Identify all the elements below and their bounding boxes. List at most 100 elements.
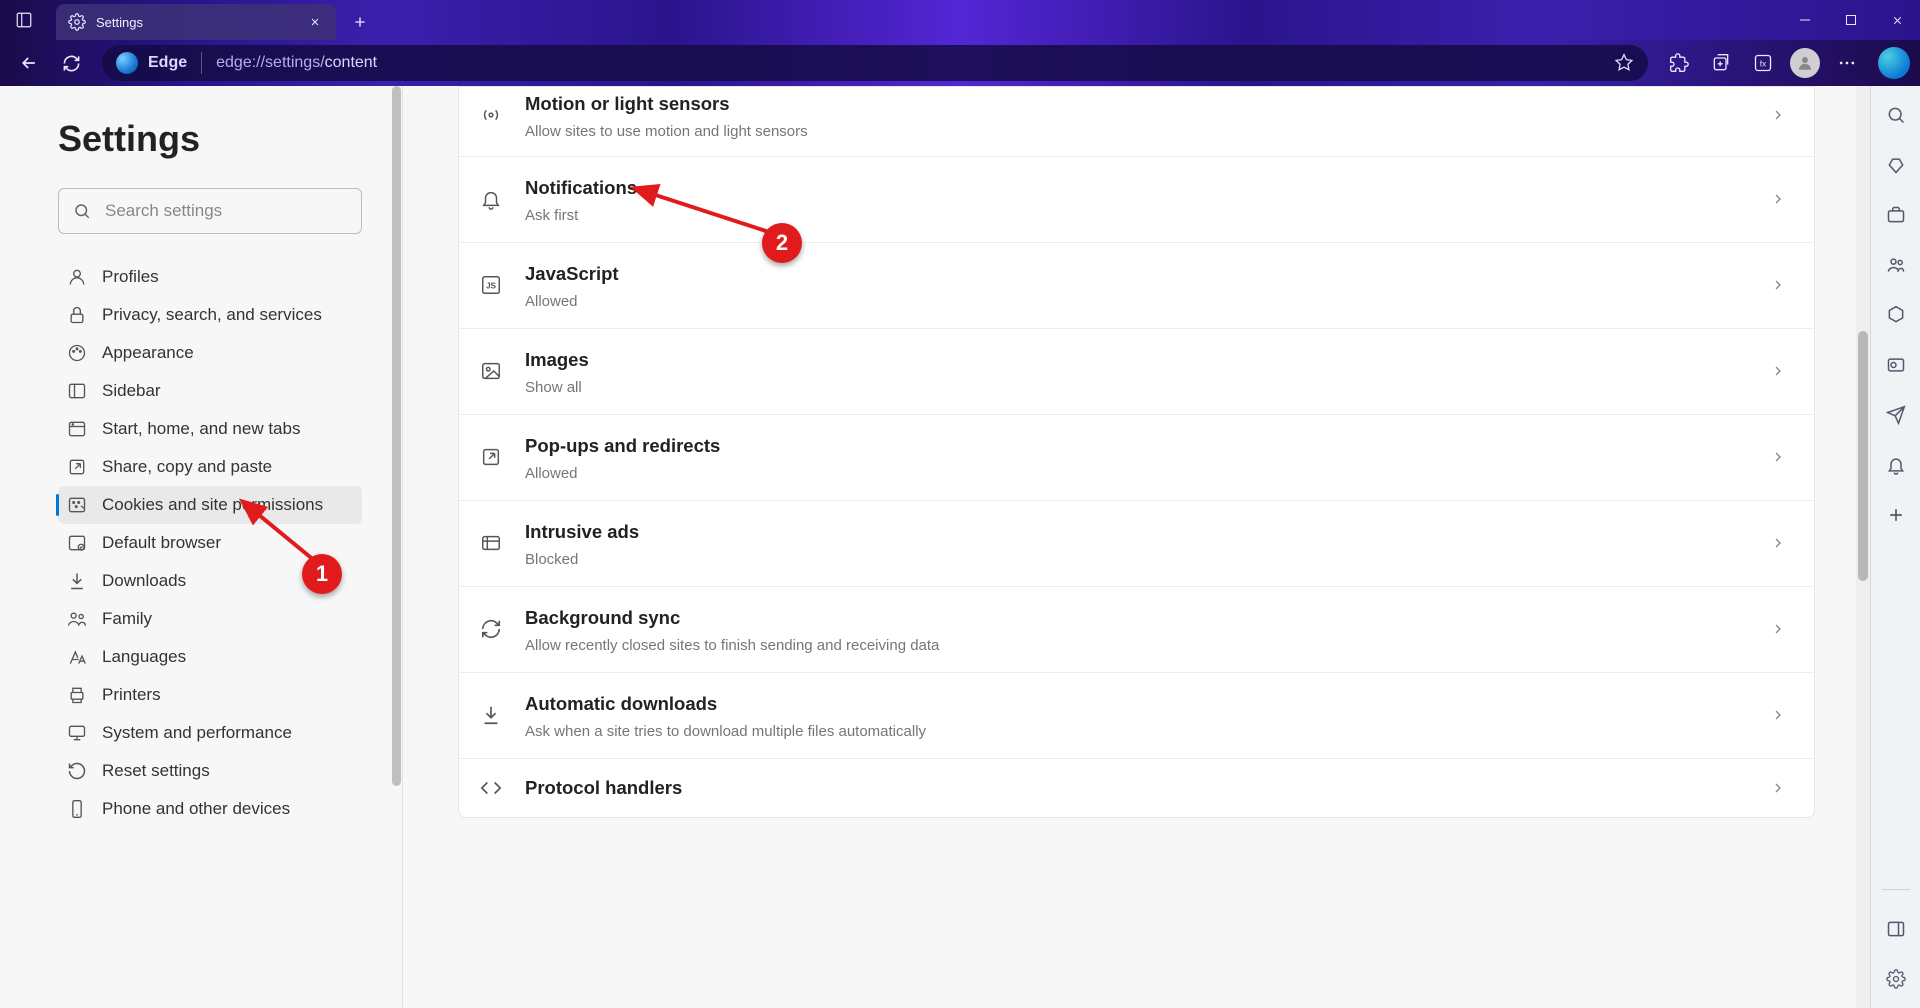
browser-toolbar: Edge edge://settings/content fx xyxy=(0,40,1920,86)
nav-item-label: Start, home, and new tabs xyxy=(102,419,300,439)
nav-item-home[interactable]: Start, home, and new tabs xyxy=(58,410,362,448)
close-window-button[interactable] xyxy=(1874,0,1920,40)
avatar-icon xyxy=(1790,48,1820,78)
svg-text:JS: JS xyxy=(486,282,497,291)
sync-icon xyxy=(479,617,503,641)
permission-sub: Allowed xyxy=(525,293,1770,310)
permission-row-popup[interactable]: Pop-ups and redirectsAllowed xyxy=(459,415,1814,501)
chevron-right-icon xyxy=(1770,780,1786,796)
nav-item-phone[interactable]: Phone and other devices xyxy=(58,790,362,828)
bing-button[interactable] xyxy=(1878,47,1910,79)
permission-row-sensor[interactable]: Motion or light sensorsAllow sites to us… xyxy=(459,87,1814,157)
chevron-right-icon xyxy=(1770,449,1786,465)
settings-nav: Settings ProfilesPrivacy, search, and se… xyxy=(0,86,402,1008)
edge-sidebar xyxy=(1870,86,1920,1008)
content-scrollbar[interactable] xyxy=(1856,86,1870,1008)
address-bar[interactable]: Edge edge://settings/content xyxy=(102,45,1648,81)
nav-item-palette[interactable]: Appearance xyxy=(58,334,362,372)
nav-item-languages[interactable]: Languages xyxy=(58,638,362,676)
nav-item-label: System and performance xyxy=(102,723,292,743)
permission-row-image[interactable]: Images Show all xyxy=(459,329,1814,415)
profile-button[interactable] xyxy=(1786,44,1824,82)
maximize-button[interactable] xyxy=(1828,0,1874,40)
permission-row-sync[interactable]: Background syncAllow recently closed sit… xyxy=(459,587,1814,673)
sidebar-add-icon[interactable] xyxy=(1885,504,1907,526)
printer-icon xyxy=(66,684,88,706)
chevron-right-icon xyxy=(1770,707,1786,723)
browser-icon xyxy=(66,532,88,554)
bell-icon xyxy=(479,187,503,211)
settings-search[interactable] xyxy=(58,188,362,234)
nav-item-lock[interactable]: Privacy, search, and services xyxy=(58,296,362,334)
annotation-marker-2: 2 xyxy=(762,223,802,263)
permission-sub: Show all xyxy=(525,379,1770,396)
permission-row-protocol[interactable]: Protocol handlers xyxy=(459,759,1814,817)
protocol-icon xyxy=(479,776,503,800)
permission-sub: Allow sites to use motion and light sens… xyxy=(525,123,1770,140)
sidebar-settings-icon[interactable] xyxy=(1885,968,1907,990)
chevron-right-icon xyxy=(1770,363,1786,379)
fx-button[interactable]: fx xyxy=(1744,44,1782,82)
nav-item-sidebar[interactable]: Sidebar xyxy=(58,372,362,410)
popup-icon xyxy=(479,445,503,469)
nav-item-reset[interactable]: Reset settings xyxy=(58,752,362,790)
sidebar-bell-icon[interactable] xyxy=(1885,454,1907,476)
browser-tab[interactable]: Settings xyxy=(56,4,336,40)
permission-row-ads[interactable]: Intrusive ads Blocked xyxy=(459,501,1814,587)
title-bar: Settings xyxy=(0,0,1920,40)
gear-icon xyxy=(68,13,86,31)
reset-icon xyxy=(66,760,88,782)
nav-item-person[interactable]: Profiles xyxy=(58,258,362,296)
permission-title: Images xyxy=(525,347,1770,373)
search-input[interactable] xyxy=(105,201,347,221)
url-path: content xyxy=(325,54,377,72)
collections-button[interactable] xyxy=(1702,44,1740,82)
permission-title: Protocol handlers xyxy=(525,775,1770,801)
sidebar-panel-icon[interactable] xyxy=(1885,918,1907,940)
sidebar-outlook-icon[interactable] xyxy=(1885,354,1907,376)
permission-sub: Blocked xyxy=(525,551,1770,568)
permission-row-bell[interactable]: NotificationsAsk first xyxy=(459,157,1814,243)
permission-title: Background sync xyxy=(525,605,1770,631)
close-tab-button[interactable] xyxy=(306,13,324,31)
nav-item-label: Share, copy and paste xyxy=(102,457,272,477)
sidebar-search-icon[interactable] xyxy=(1885,104,1907,126)
sensor-icon xyxy=(479,103,503,127)
tab-title: Settings xyxy=(96,15,306,30)
nav-item-system[interactable]: System and performance xyxy=(58,714,362,752)
cookies-icon xyxy=(66,494,88,516)
sidebar-tools-icon[interactable] xyxy=(1885,204,1907,226)
sidebar-people-icon[interactable] xyxy=(1885,254,1907,276)
nav-scrollbar[interactable] xyxy=(392,86,401,1008)
favorites-icon[interactable] xyxy=(1614,53,1634,73)
person-icon xyxy=(66,266,88,288)
permission-row-auto-dl[interactable]: Automatic downloadsAsk when a site tries… xyxy=(459,673,1814,759)
chevron-right-icon xyxy=(1770,191,1786,207)
permission-title: Intrusive ads xyxy=(525,519,1770,545)
nav-item-label: Sidebar xyxy=(102,381,161,401)
permission-row-js[interactable]: JSJavaScriptAllowed xyxy=(459,243,1814,329)
nav-item-share[interactable]: Share, copy and paste xyxy=(58,448,362,486)
nav-item-label: Privacy, search, and services xyxy=(102,305,322,325)
nav-item-cookies[interactable]: Cookies and site permissions xyxy=(58,486,362,524)
sidebar-shopping-icon[interactable] xyxy=(1885,154,1907,176)
sidebar-send-icon[interactable] xyxy=(1885,404,1907,426)
sidebar-hex-icon[interactable] xyxy=(1885,304,1907,326)
palette-icon xyxy=(66,342,88,364)
refresh-button[interactable] xyxy=(52,44,90,82)
svg-text:fx: fx xyxy=(1760,58,1767,68)
nav-item-family[interactable]: Family xyxy=(58,600,362,638)
nav-item-printer[interactable]: Printers xyxy=(58,676,362,714)
nav-item-label: Reset settings xyxy=(102,761,210,781)
languages-icon xyxy=(66,646,88,668)
more-button[interactable] xyxy=(1828,44,1866,82)
nav-item-label: Appearance xyxy=(102,343,194,363)
tab-actions-button[interactable] xyxy=(0,0,48,40)
back-button[interactable] xyxy=(10,44,48,82)
extensions-button[interactable] xyxy=(1660,44,1698,82)
ads-icon xyxy=(479,531,503,555)
new-tab-button[interactable] xyxy=(342,4,378,40)
minimize-button[interactable] xyxy=(1782,0,1828,40)
family-icon xyxy=(66,608,88,630)
home-icon xyxy=(66,418,88,440)
